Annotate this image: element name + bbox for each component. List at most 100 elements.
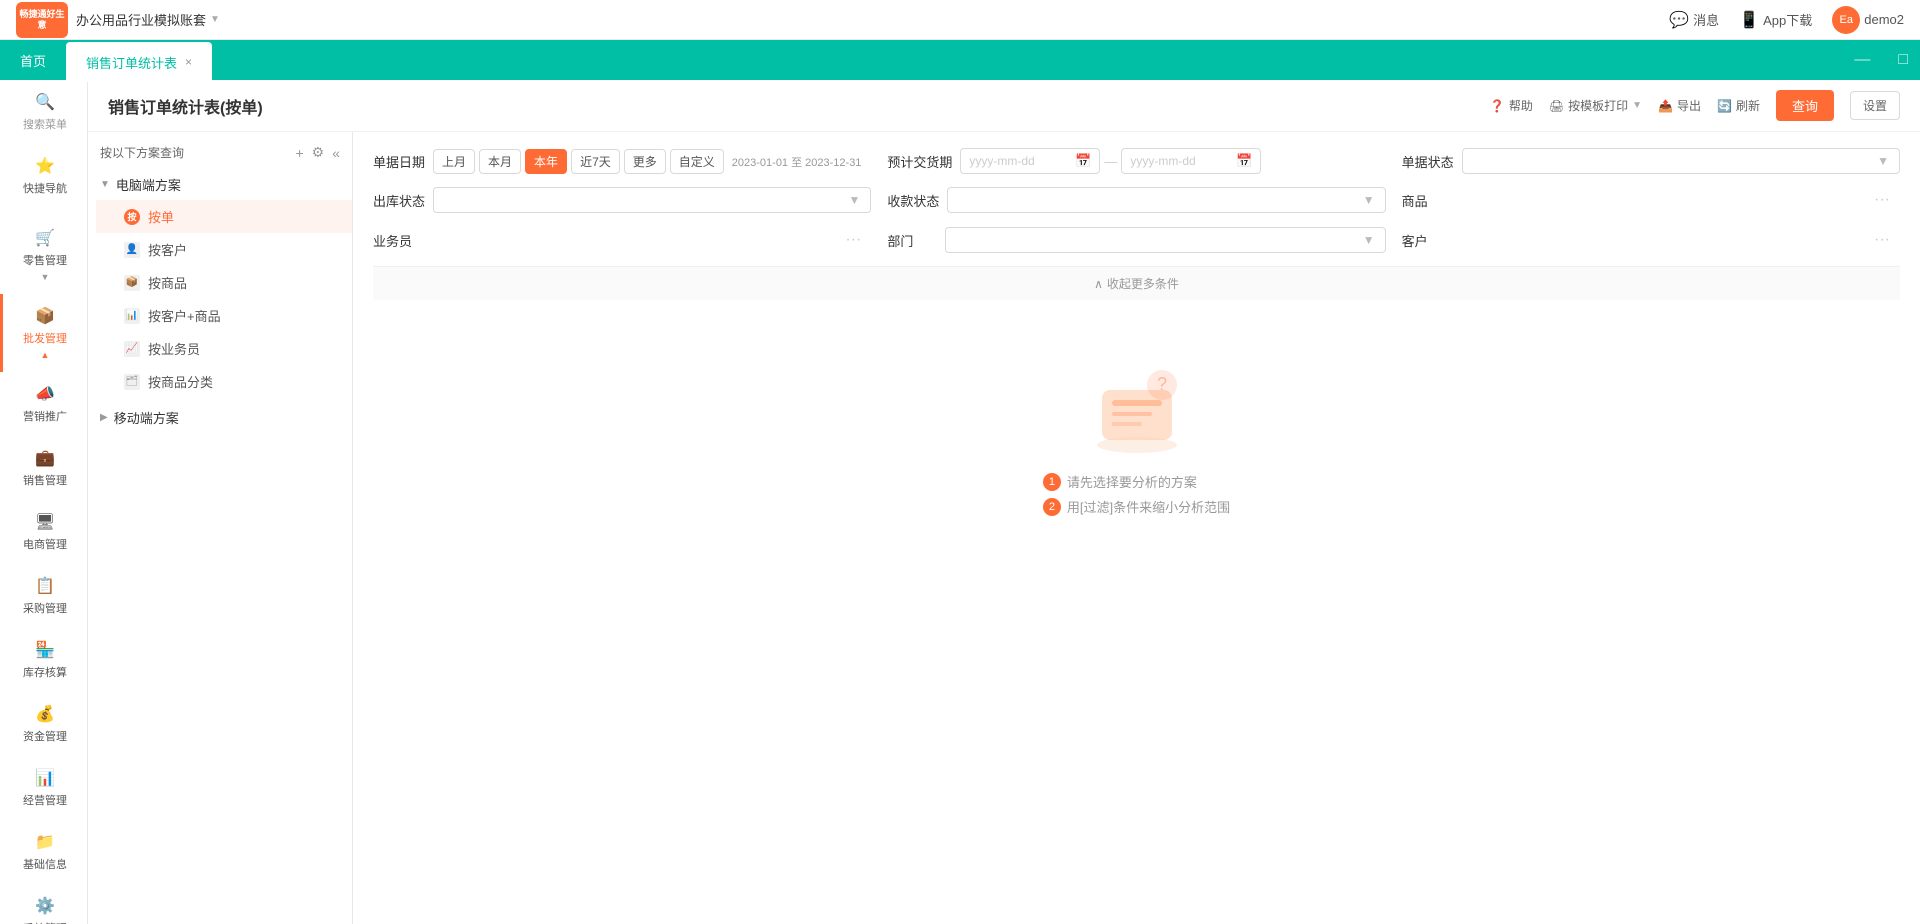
scheme-item-label-customer: 按客户 bbox=[148, 240, 187, 259]
scheme-collapse-icon[interactable]: « bbox=[332, 145, 340, 161]
tab-minimize-button[interactable]: — bbox=[1842, 51, 1882, 69]
finance-icon: 💰 bbox=[35, 704, 55, 724]
marketing-label: 营销推广 bbox=[23, 408, 67, 424]
date-btn-7days[interactable]: 近7天 bbox=[571, 149, 620, 174]
sidebar-item-basic[interactable]: 📁 基础信息 bbox=[0, 820, 87, 884]
payment-chevron-icon: ▼ bbox=[1363, 193, 1375, 207]
sidebar-item-retail[interactable]: 🛒 零售管理 ▼ bbox=[0, 216, 87, 294]
print-icon: 🖨 bbox=[1549, 99, 1564, 113]
status-select[interactable]: ▼ bbox=[1462, 148, 1900, 174]
collapse-bar[interactable]: ∧ 收起更多条件 bbox=[373, 266, 1900, 300]
tip-text-1: 请先选择要分析的方案 bbox=[1067, 472, 1197, 491]
scheme-item-by-goods[interactable]: 📦 按商品 bbox=[96, 266, 352, 299]
retail-icon: 🛒 bbox=[35, 228, 55, 248]
delivery-start-input[interactable]: yyyy-mm-dd 📅 bbox=[960, 148, 1100, 174]
sidebar-item-system[interactable]: ⚙️ 系统管理 bbox=[0, 884, 87, 924]
filter-cell-customer: 客户 ··· bbox=[1402, 226, 1900, 254]
payment-select[interactable]: ▼ bbox=[947, 187, 1385, 213]
empty-illustration: ? bbox=[1077, 360, 1197, 460]
sales-icon: 💼 bbox=[35, 448, 55, 468]
sidebar-item-purchase[interactable]: 📋 采购管理 bbox=[0, 564, 87, 628]
scheme-item-icon-goods: 📦 bbox=[124, 275, 140, 291]
settings-label: 设置 bbox=[1863, 97, 1887, 114]
print-button[interactable]: 🖨 按模板打印 ▼ bbox=[1549, 97, 1642, 114]
scheme-group-desktop: ▼ 电脑端方案 按 按单 👤 按客户 📦 bbox=[88, 169, 352, 398]
customer-select[interactable]: ··· bbox=[1460, 226, 1900, 254]
date-btn-custom[interactable]: 自定义 bbox=[670, 149, 724, 174]
scheme-panel: 按以下方案查询 + ⚙ « ▼ 电脑端方案 按 按 bbox=[88, 132, 353, 924]
scheme-settings-icon[interactable]: ⚙ bbox=[312, 144, 325, 161]
sidebar-item-inventory[interactable]: 🏪 库存核算 bbox=[0, 628, 87, 692]
sidebar-search-label: 搜索菜单 bbox=[23, 116, 67, 132]
empty-svg: ? bbox=[1077, 360, 1197, 460]
user-name: demo2 bbox=[1864, 12, 1904, 27]
tip-num-1: 1 bbox=[1043, 473, 1061, 491]
ship-label: 出库状态 bbox=[373, 191, 425, 210]
date-btn-more[interactable]: 更多 bbox=[624, 149, 666, 174]
date-btn-this-month[interactable]: 本月 bbox=[479, 149, 521, 174]
dept-chevron-icon: ▼ bbox=[1363, 233, 1375, 247]
scheme-group-desktop-header[interactable]: ▼ 电脑端方案 bbox=[88, 169, 352, 200]
refresh-icon: 🔄 bbox=[1717, 99, 1732, 113]
system-label: 系统管理 bbox=[23, 920, 67, 924]
sidebar-item-ops[interactable]: 📊 经营管理 bbox=[0, 756, 87, 820]
goods-select[interactable]: ··· bbox=[1460, 186, 1900, 214]
date-btn-last-month[interactable]: 上月 bbox=[433, 149, 475, 174]
sidebar-item-sales[interactable]: 💼 销售管理 bbox=[0, 436, 87, 500]
wholesale-label: 批发管理 bbox=[23, 330, 67, 346]
scheme-item-by-salesperson[interactable]: 📈 按业务员 bbox=[96, 332, 352, 365]
app-download-button[interactable]: 📱 App下载 bbox=[1739, 10, 1812, 30]
inventory-label: 库存核算 bbox=[23, 664, 67, 680]
org-selector[interactable]: 办公用品行业模拟账套 ▼ bbox=[76, 10, 220, 29]
ship-select[interactable]: ▼ bbox=[433, 187, 871, 213]
delivery-end-input[interactable]: yyyy-mm-dd 📅 bbox=[1121, 148, 1261, 174]
message-icon: 💬 bbox=[1669, 10, 1689, 30]
marketing-icon: 📣 bbox=[35, 384, 55, 404]
scheme-group-mobile-header[interactable]: ▶ 移动端方案 bbox=[88, 402, 352, 433]
logo: 畅捷通好生意 bbox=[16, 2, 68, 38]
empty-tips: 1 请先选择要分析的方案 2 用[过滤]条件来缩小分析范围 bbox=[1043, 472, 1230, 522]
wholesale-icon: 📦 bbox=[35, 306, 55, 326]
sidebar-search[interactable]: 🔍 搜索菜单 bbox=[0, 80, 87, 144]
delivery-end-placeholder: yyyy-mm-dd bbox=[1130, 154, 1195, 168]
scheme-item-by-customer[interactable]: 👤 按客户 bbox=[96, 233, 352, 266]
avatar-text: Ea bbox=[1840, 14, 1853, 26]
scheme-header: 按以下方案查询 + ⚙ « bbox=[88, 144, 352, 169]
sidebar-item-marketing[interactable]: 📣 营销推广 bbox=[0, 372, 87, 436]
scheme-item-by-category[interactable]: 🗂 按商品分类 bbox=[96, 365, 352, 398]
tab-close-icon[interactable]: × bbox=[185, 55, 192, 69]
sidebar-item-wholesale[interactable]: 📦 批发管理 ▲ bbox=[0, 294, 87, 372]
date-btn-this-year[interactable]: 本年 bbox=[525, 149, 567, 174]
scheme-item-by-customer-goods[interactable]: 📊 按客户+商品 bbox=[96, 299, 352, 332]
refresh-button[interactable]: 🔄 刷新 bbox=[1717, 97, 1760, 114]
scheme-item-by-order[interactable]: 按 按单 bbox=[96, 200, 352, 233]
tab-home[interactable]: 首页 bbox=[0, 40, 66, 80]
message-button[interactable]: 💬 消息 bbox=[1669, 10, 1719, 30]
tab-maximize-button[interactable]: □ bbox=[1886, 51, 1920, 69]
date-range-separator: — bbox=[1104, 154, 1117, 169]
sales-more-icon: ··· bbox=[845, 231, 861, 249]
org-chevron-icon: ▼ bbox=[210, 14, 220, 25]
scheme-item-label-sp: 按业务员 bbox=[148, 339, 200, 358]
sales-select[interactable]: ··· bbox=[431, 226, 871, 254]
tab-sales-order[interactable]: 销售订单统计表 × bbox=[66, 42, 212, 82]
sidebar-item-finance[interactable]: 💰 资金管理 bbox=[0, 692, 87, 756]
export-button[interactable]: 📤 导出 bbox=[1658, 97, 1701, 114]
search-icon: 🔍 bbox=[35, 92, 55, 112]
sidebar-quick-nav[interactable]: ⭐ 快捷导航 bbox=[0, 144, 87, 208]
maximize-icon: □ bbox=[1898, 51, 1908, 69]
query-button[interactable]: 查询 bbox=[1776, 90, 1834, 121]
scheme-add-icon[interactable]: + bbox=[295, 145, 303, 161]
purchase-icon: 📋 bbox=[35, 576, 55, 596]
sidebar-item-ecommerce[interactable]: 🖥 电商管理 bbox=[0, 500, 87, 564]
help-button[interactable]: ❓ 帮助 bbox=[1490, 97, 1533, 114]
query-label: 查询 bbox=[1792, 96, 1818, 115]
inner-layout: 按以下方案查询 + ⚙ « ▼ 电脑端方案 按 按 bbox=[88, 132, 1920, 924]
tip-num-2: 2 bbox=[1043, 498, 1061, 516]
export-label: 导出 bbox=[1677, 97, 1701, 114]
ecommerce-label: 电商管理 bbox=[23, 536, 67, 552]
settings-button[interactable]: 设置 bbox=[1850, 91, 1900, 120]
user-menu[interactable]: Ea demo2 bbox=[1832, 6, 1904, 34]
scheme-item-icon-order: 按 bbox=[124, 209, 140, 225]
dept-select[interactable]: ▼ bbox=[945, 227, 1385, 253]
